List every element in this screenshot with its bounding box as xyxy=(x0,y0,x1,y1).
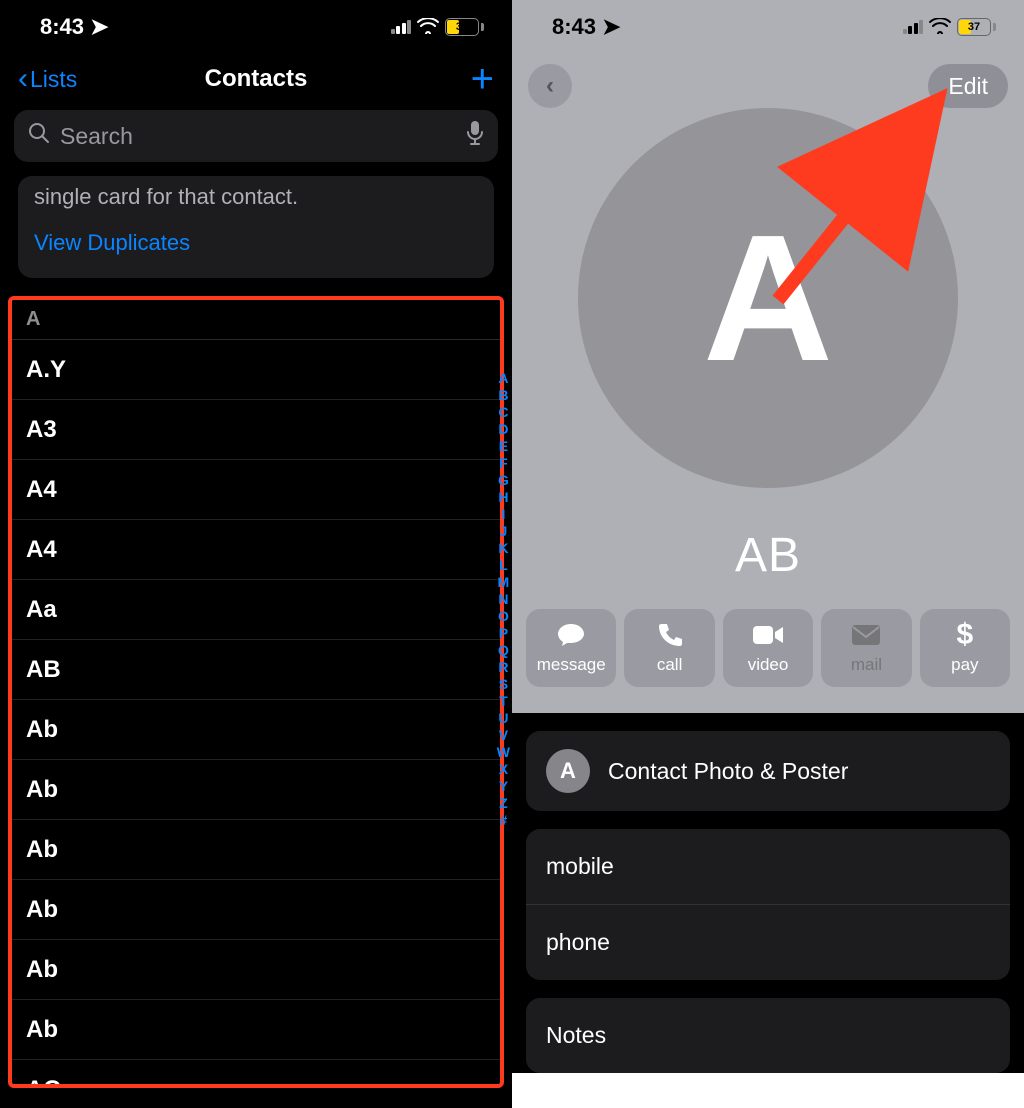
view-duplicates-link[interactable]: View Duplicates xyxy=(34,228,478,258)
search-input[interactable]: Search xyxy=(14,110,498,162)
contact-row[interactable]: A.Y xyxy=(12,340,500,400)
home-indicator[interactable] xyxy=(678,1092,858,1098)
index-letter[interactable]: Y xyxy=(497,778,510,795)
mail-icon xyxy=(851,621,881,649)
contacts-list-highlight: A A.YA3A4A4AaABAbAbAbAbAbAbAC xyxy=(8,296,504,1088)
contact-row[interactable]: AC xyxy=(12,1060,500,1088)
index-letter[interactable]: J xyxy=(497,523,510,540)
duplicates-card: single card for that contact. View Dupli… xyxy=(18,176,494,278)
contact-row[interactable]: AB xyxy=(12,640,500,700)
notes-label: Notes xyxy=(526,998,1010,1073)
contact-row[interactable]: A3 xyxy=(12,400,500,460)
location-icon: ➤ xyxy=(602,14,620,39)
signal-icon xyxy=(903,20,924,34)
contact-row[interactable]: Ab xyxy=(12,760,500,820)
index-letter[interactable]: A xyxy=(497,370,510,387)
photo-poster-label: Contact Photo & Poster xyxy=(608,758,848,785)
index-letter[interactable]: R xyxy=(497,659,510,676)
contact-avatar[interactable]: A xyxy=(578,108,958,488)
action-label: mail xyxy=(851,655,882,675)
field-phone[interactable]: phone xyxy=(526,905,1010,980)
duplicates-message: single card for that contact. xyxy=(34,176,478,212)
page-title: Contacts xyxy=(205,65,308,93)
battery-icon: 37 xyxy=(957,18,996,36)
action-label: message xyxy=(537,655,606,675)
index-letter[interactable]: # xyxy=(497,812,510,829)
notes-card[interactable]: Notes xyxy=(526,998,1010,1073)
index-letter[interactable]: X xyxy=(497,761,510,778)
action-video[interactable]: video xyxy=(723,609,813,687)
index-letter[interactable]: C xyxy=(497,404,510,421)
wifi-icon xyxy=(417,14,439,40)
phone-fields-card: mobilephone xyxy=(526,829,1010,980)
contact-row[interactable]: Ab xyxy=(12,820,500,880)
search-icon xyxy=(28,122,50,150)
index-letter[interactable]: P xyxy=(497,625,510,642)
status-bar: 8:43 ➤ 37 xyxy=(512,0,1024,54)
index-letter[interactable]: K xyxy=(497,540,510,557)
action-mail: mail xyxy=(821,609,911,687)
add-contact-button[interactable]: + xyxy=(471,59,494,99)
signal-icon xyxy=(391,20,412,34)
index-letter[interactable]: Z xyxy=(497,795,510,812)
index-letter[interactable]: Q xyxy=(497,642,510,659)
location-icon: ➤ xyxy=(90,14,108,39)
index-letter[interactable]: N xyxy=(497,591,510,608)
battery-icon: 37 xyxy=(445,18,484,36)
index-letter[interactable]: G xyxy=(497,472,510,489)
index-letter[interactable]: F xyxy=(497,455,510,472)
action-label: pay xyxy=(951,655,978,675)
avatar-letter: A xyxy=(703,195,833,402)
action-label: call xyxy=(657,655,683,675)
mic-icon[interactable] xyxy=(466,120,484,152)
contact-row[interactable]: Aa xyxy=(12,580,500,640)
alpha-index[interactable]: ABCDEFGHIJKLMNOPQRSTUVWXYZ# xyxy=(497,370,510,829)
contact-row[interactable]: Ab xyxy=(12,880,500,940)
index-letter[interactable]: W xyxy=(497,744,510,761)
contact-row[interactable]: Ab xyxy=(12,940,500,1000)
wifi-icon xyxy=(929,14,951,40)
clock: 8:43 xyxy=(40,14,84,39)
pay-icon: $ xyxy=(956,621,973,649)
message-icon xyxy=(556,621,586,649)
mini-avatar: A xyxy=(546,749,590,793)
index-letter[interactable]: S xyxy=(497,676,510,693)
index-letter[interactable]: D xyxy=(497,421,510,438)
action-call[interactable]: call xyxy=(624,609,714,687)
contact-row[interactable]: A4 xyxy=(12,520,500,580)
search-placeholder: Search xyxy=(60,123,133,150)
back-button[interactable]: ‹ xyxy=(528,64,572,108)
index-letter[interactable]: E xyxy=(497,438,510,455)
index-letter[interactable]: L xyxy=(497,557,510,574)
action-label: video xyxy=(748,655,789,675)
field-mobile[interactable]: mobile xyxy=(526,829,1010,905)
section-header: A xyxy=(12,300,500,340)
lists-back-button[interactable]: ‹ Lists xyxy=(18,62,77,96)
index-letter[interactable]: I xyxy=(497,506,510,523)
contact-row[interactable]: A4 xyxy=(12,460,500,520)
contact-name: AB xyxy=(512,528,1024,583)
action-message[interactable]: message xyxy=(526,609,616,687)
status-bar: 8:43 ➤ 37 xyxy=(0,0,512,54)
action-pay[interactable]: $ pay xyxy=(920,609,1010,687)
chevron-left-icon: ‹ xyxy=(18,62,28,96)
index-letter[interactable]: B xyxy=(497,387,510,404)
index-letter[interactable]: O xyxy=(497,608,510,625)
chevron-left-icon: ‹ xyxy=(546,72,554,100)
index-letter[interactable]: T xyxy=(497,693,510,710)
edit-button[interactable]: Edit xyxy=(928,64,1008,108)
index-letter[interactable]: U xyxy=(497,710,510,727)
phone-icon xyxy=(657,621,683,649)
photo-poster-card[interactable]: A Contact Photo & Poster xyxy=(526,731,1010,811)
index-letter[interactable]: V xyxy=(497,727,510,744)
contact-row[interactable]: Ab xyxy=(12,700,500,760)
contact-row[interactable]: Ab xyxy=(12,1000,500,1060)
clock: 8:43 xyxy=(552,14,596,39)
video-icon xyxy=(752,621,784,649)
index-letter[interactable]: H xyxy=(497,489,510,506)
index-letter[interactable]: M xyxy=(497,574,510,591)
